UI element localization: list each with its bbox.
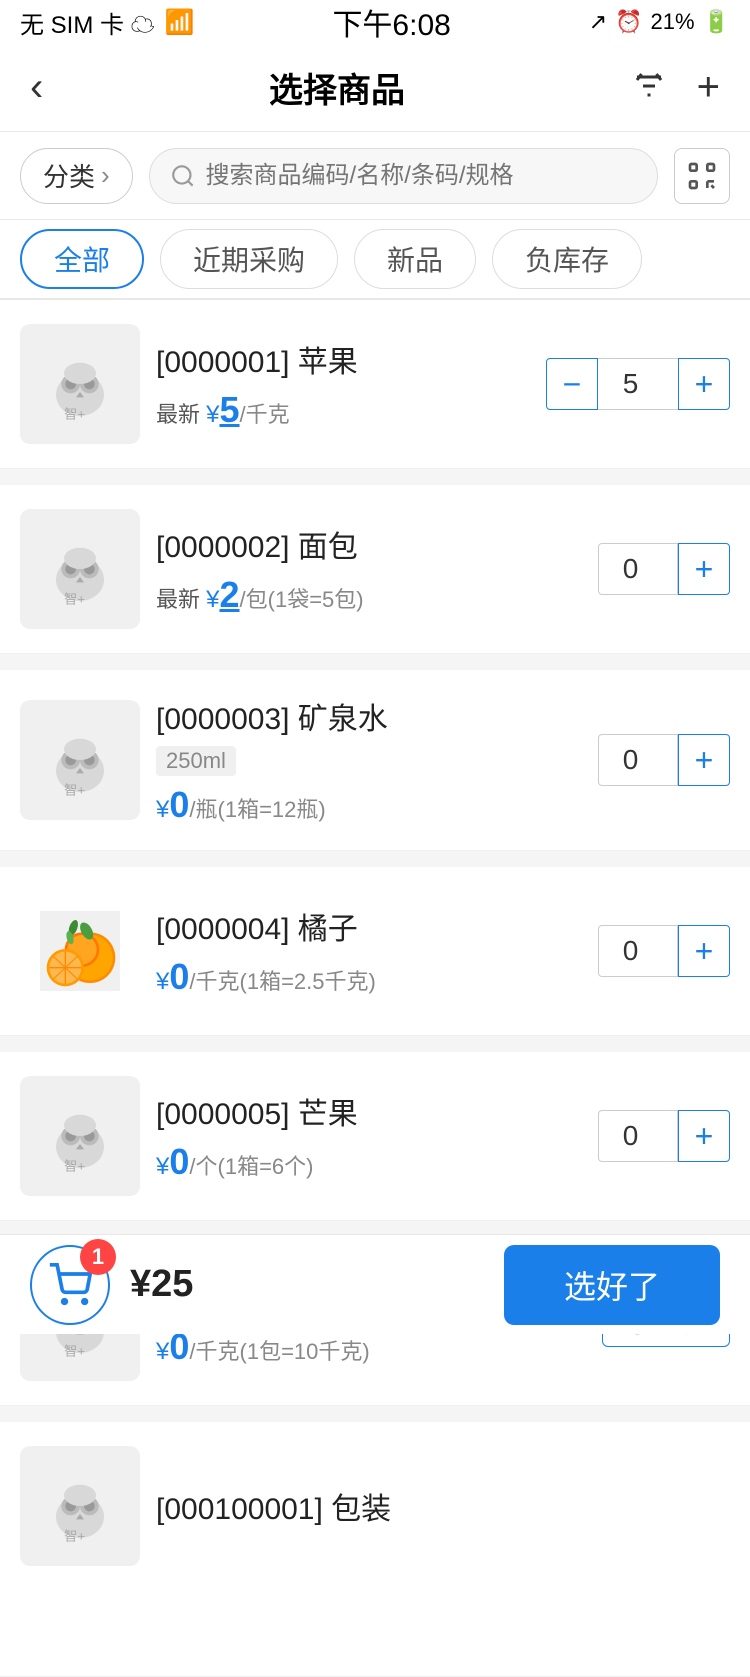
filter-icon xyxy=(631,68,667,104)
qty-plus-1[interactable]: + xyxy=(678,358,730,410)
qty-input-2[interactable] xyxy=(598,543,678,595)
product-name-2: [0000002] 面包 xyxy=(156,522,582,566)
product-spec-3: 250ml xyxy=(156,746,236,776)
product-item-2: 智+ [0000002] 面包 最新 ¥2/包(1袋=5包) + xyxy=(0,485,750,654)
qty-control-5: + xyxy=(598,1110,730,1162)
confirm-button[interactable]: 选好了 xyxy=(504,1245,720,1325)
search-input[interactable] xyxy=(206,162,637,190)
status-bar: 无 SIM 卡 ☁ 📶 下午6:08 ↗ ⏰ 21% 🔋 xyxy=(0,0,750,44)
product-price-4: ¥0/千克(1箱=2.5千克) xyxy=(156,956,582,998)
svg-text:智+: 智+ xyxy=(64,1529,85,1544)
product-image-1: 智+ xyxy=(20,324,140,444)
qty-control-2: + xyxy=(598,543,730,595)
product-info-3: [0000003] 矿泉水 250ml ¥0/瓶(1箱=12瓶) xyxy=(156,694,582,826)
search-icon xyxy=(170,162,196,190)
qty-plus-5[interactable]: + xyxy=(678,1110,730,1162)
product-price-1: 最新 ¥5/千克 xyxy=(156,389,530,431)
owl-logo-icon: 智+ xyxy=(20,509,140,629)
status-time: 下午6:08 xyxy=(332,0,450,44)
product-item-5: 智+ [0000005] 芒果 ¥0/个(1箱=6个) + xyxy=(0,1052,750,1221)
qty-input-3[interactable] xyxy=(598,734,678,786)
owl-logo-icon: 智+ xyxy=(20,1446,140,1566)
scan-icon xyxy=(686,160,718,192)
product-item-1: 智+ [0000001] 苹果 最新 ¥5/千克 − + xyxy=(0,300,750,469)
cart-icon-container[interactable]: 1 xyxy=(30,1245,110,1325)
tab-negative[interactable]: 负库存 xyxy=(492,229,642,289)
battery-level: 21% xyxy=(651,9,695,35)
add-button[interactable]: + xyxy=(697,65,720,110)
tab-recent[interactable]: 近期采购 xyxy=(160,229,338,289)
location-icon: ↗ xyxy=(589,9,607,35)
qty-control-1: − + xyxy=(546,358,730,410)
qty-plus-2[interactable]: + xyxy=(678,543,730,595)
nav-actions: + xyxy=(631,65,720,110)
category-arrow-icon: › xyxy=(101,160,110,191)
tab-bar: 全部 近期采购 新品 负库存 xyxy=(0,220,750,300)
status-left: 无 SIM 卡 ☁ 📶 xyxy=(20,5,195,40)
product-info-7: [000100001] 包装 xyxy=(156,1484,730,1528)
product-image-7: 智+ xyxy=(20,1446,140,1566)
product-name-4: [0000004] 橘子 xyxy=(156,904,582,948)
product-item-7: 智+ [000100001] 包装 xyxy=(0,1422,750,1677)
status-right: ↗ ⏰ 21% 🔋 xyxy=(589,9,730,35)
qty-control-3: + xyxy=(598,734,730,786)
product-image-5: 智+ xyxy=(20,1076,140,1196)
product-info-5: [0000005] 芒果 ¥0/个(1箱=6个) xyxy=(156,1089,582,1183)
owl-logo-icon: 智+ xyxy=(20,1076,140,1196)
product-item-3: 智+ [0000003] 矿泉水 250ml ¥0/瓶(1箱=12瓶) + xyxy=(0,670,750,851)
product-name-7: [000100001] 包装 xyxy=(156,1484,730,1528)
svg-text:智+: 智+ xyxy=(64,1159,85,1174)
nav-bar: ‹ 选择商品 + xyxy=(0,44,750,132)
svg-text:智+: 智+ xyxy=(64,783,85,798)
product-item-4: [0000004] 橘子 ¥0/千克(1箱=2.5千克) + xyxy=(0,867,750,1036)
product-info-2: [0000002] 面包 最新 ¥2/包(1袋=5包) xyxy=(156,522,582,616)
tab-new[interactable]: 新品 xyxy=(354,229,476,289)
wifi-icon: 📶 xyxy=(165,8,195,37)
product-price-3: ¥0/瓶(1箱=12瓶) xyxy=(156,784,582,826)
back-button[interactable]: ‹ xyxy=(30,65,43,110)
qty-plus-3[interactable]: + xyxy=(678,734,730,786)
category-button[interactable]: 分类 › xyxy=(20,148,133,204)
product-name-3: [0000003] 矿泉水 xyxy=(156,694,582,738)
product-list: 智+ [0000001] 苹果 最新 ¥5/千克 − + xyxy=(0,300,750,1677)
battery-icon: 🔋 xyxy=(703,9,730,35)
scan-button[interactable] xyxy=(674,148,730,204)
product-name-1: [0000001] 苹果 xyxy=(156,337,530,381)
product-image-3: 智+ xyxy=(20,700,140,820)
product-price-2: 最新 ¥2/包(1袋=5包) xyxy=(156,574,582,616)
filter-bar: 分类 › xyxy=(0,132,750,220)
qty-input-4[interactable] xyxy=(598,925,678,977)
qty-control-4: + xyxy=(598,925,730,977)
qty-minus-1[interactable]: − xyxy=(546,358,598,410)
sim-status: 无 SIM 卡 ☁ xyxy=(20,5,155,40)
svg-text:智+: 智+ xyxy=(64,1344,85,1359)
alarm-icon: ⏰ xyxy=(615,9,642,35)
tab-all[interactable]: 全部 xyxy=(20,229,144,289)
search-box xyxy=(149,148,658,204)
product-info-4: [0000004] 橘子 ¥0/千克(1箱=2.5千克) xyxy=(156,904,582,998)
svg-text:智+: 智+ xyxy=(64,592,85,607)
qty-plus-4[interactable]: + xyxy=(678,925,730,977)
qty-input-5[interactable] xyxy=(598,1110,678,1162)
cart-badge: 1 xyxy=(80,1239,116,1275)
bottom-bar: 1 ¥25 选好了 xyxy=(0,1234,750,1334)
qty-input-1[interactable] xyxy=(598,358,678,410)
cart-total: ¥25 xyxy=(130,1263,484,1306)
product-name-5: [0000005] 芒果 xyxy=(156,1089,582,1133)
product-image-4 xyxy=(20,891,140,1011)
owl-logo-icon: 智+ xyxy=(20,324,140,444)
category-label: 分类 xyxy=(43,157,95,194)
product-image-2: 智+ xyxy=(20,509,140,629)
product-price-5: ¥0/个(1箱=6个) xyxy=(156,1141,582,1183)
filter-button[interactable] xyxy=(631,68,667,107)
product-info-1: [0000001] 苹果 最新 ¥5/千克 xyxy=(156,337,530,431)
page-title: 选择商品 xyxy=(269,63,405,112)
owl-logo-icon: 智+ xyxy=(20,700,140,820)
orange-image xyxy=(40,911,120,991)
svg-text:智+: 智+ xyxy=(64,407,85,422)
